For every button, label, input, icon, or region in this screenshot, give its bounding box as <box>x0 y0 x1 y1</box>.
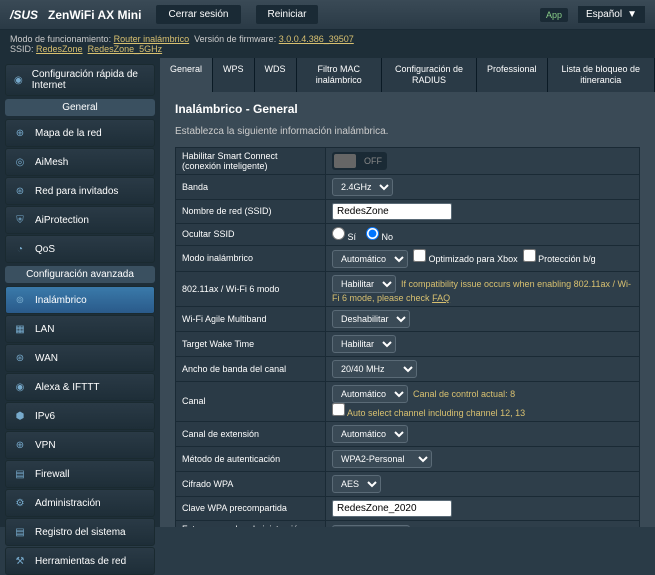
sidebar-item-aiprotection[interactable]: ⛨AiProtection <box>5 206 155 234</box>
tab-general[interactable]: General <box>160 58 213 92</box>
ext-channel-select[interactable]: Automático <box>332 425 408 443</box>
hide-ssid-yes[interactable] <box>332 227 345 240</box>
sidebar-item-guest[interactable]: ⊛Red para invitados <box>5 177 155 205</box>
tab-wps[interactable]: WPS <box>213 58 255 92</box>
page-subtitle: Establezca la siguiente información inal… <box>175 126 640 137</box>
auth-select[interactable]: WPA2-Personal <box>332 450 432 468</box>
sidebar-item-alexa[interactable]: ◉Alexa & IFTTT <box>5 373 155 401</box>
map-icon: ⊕ <box>11 124 29 142</box>
xbox-checkbox[interactable] <box>413 249 426 262</box>
wifi6-select[interactable]: Habilitar <box>332 275 396 293</box>
sidebar-item-wireless[interactable]: ⊚Inalámbrico <box>5 286 155 314</box>
sidebar-section-advanced: Configuración avanzada <box>5 266 155 283</box>
sidebar-item-firewall[interactable]: ▤Firewall <box>5 460 155 488</box>
top-header: /SUS ZenWiFi AX Mini Cerrar sesión Reini… <box>0 0 655 30</box>
sidebar-quick-config[interactable]: ◉ Configuración rápida de Internet <box>5 64 155 96</box>
sidebar-item-vpn[interactable]: ⊕VPN <box>5 431 155 459</box>
wireless-mode-select[interactable]: Automático <box>332 250 408 268</box>
main-content: General WPS WDS Filtro MAC inalámbrico C… <box>160 58 655 527</box>
page-title: Inalámbrico - General <box>175 102 640 116</box>
tab-professional[interactable]: Professional <box>477 58 548 92</box>
smart-connect-toggle[interactable]: OFF <box>332 152 387 170</box>
mode-link[interactable]: Router inalámbrico <box>114 34 190 44</box>
ssid-link-1[interactable]: RedesZone <box>36 44 83 54</box>
sidebar-item-lan[interactable]: ▦LAN <box>5 315 155 343</box>
tab-mac-filter[interactable]: Filtro MAC inalámbrico <box>297 58 382 92</box>
mesh-icon: ◎ <box>11 153 29 171</box>
settings-table: Habilitar Smart Connect (conexión inteli… <box>175 147 640 527</box>
wan-icon: ⊛ <box>11 349 29 367</box>
firmware-link[interactable]: 3.0.0.4.386_39507 <box>279 34 354 44</box>
app-badge[interactable]: App <box>540 8 568 22</box>
ipv6-icon: ⬢ <box>11 407 29 425</box>
bg-protection-checkbox[interactable] <box>523 249 536 262</box>
wifi-icon: ⊚ <box>11 291 29 309</box>
sidebar-item-qos[interactable]: ◔QoS <box>5 235 155 263</box>
pmf-select[interactable]: Deshabilitar <box>332 525 410 527</box>
hide-ssid-no[interactable] <box>366 227 379 240</box>
sidebar-item-network-map[interactable]: ⊕Mapa de la red <box>5 119 155 147</box>
bandwidth-select[interactable]: 20/40 MHz <box>332 360 417 378</box>
ssid-link-2[interactable]: RedesZone_5GHz <box>88 44 163 54</box>
ssid-input[interactable] <box>332 203 452 220</box>
logout-button[interactable]: Cerrar sesión <box>156 5 240 24</box>
sidebar-item-log[interactable]: ▤Registro del sistema <box>5 518 155 546</box>
guest-icon: ⊛ <box>11 182 29 200</box>
product-name: ZenWiFi AX Mini <box>48 8 141 22</box>
lan-icon: ▦ <box>11 320 29 338</box>
sidebar: ◉ Configuración rápida de Internet Gener… <box>0 58 160 527</box>
info-bar: Modo de funcionamiento: Router inalámbri… <box>0 30 655 58</box>
brand-logo: /SUS <box>10 8 38 22</box>
language-dropdown[interactable]: Español ▼ <box>578 6 645 23</box>
sidebar-item-wan[interactable]: ⊛WAN <box>5 344 155 372</box>
gauge-icon: ◔ <box>11 240 29 258</box>
sidebar-item-aimesh[interactable]: ◎AiMesh <box>5 148 155 176</box>
sidebar-section-general: General <box>5 99 155 116</box>
sidebar-item-admin[interactable]: ⚙Administración <box>5 489 155 517</box>
admin-icon: ⚙ <box>11 494 29 512</box>
tab-radius[interactable]: Configuración de RADIUS <box>382 58 477 92</box>
shield-icon: ⛨ <box>11 211 29 229</box>
tools-icon: ⚒ <box>11 552 29 570</box>
globe-icon: ◉ <box>11 71 26 89</box>
log-icon: ▤ <box>11 523 29 541</box>
wpa-enc-select[interactable]: AES <box>332 475 381 493</box>
tab-wds[interactable]: WDS <box>255 58 297 92</box>
channel-select[interactable]: Automático <box>332 385 408 403</box>
chevron-down-icon: ▼ <box>627 9 637 20</box>
vpn-icon: ⊕ <box>11 436 29 454</box>
agile-select[interactable]: Deshabilitar <box>332 310 410 328</box>
firewall-icon: ▤ <box>11 465 29 483</box>
sub-tabs: General WPS WDS Filtro MAC inalámbrico C… <box>160 58 655 92</box>
reboot-button[interactable]: Reiniciar <box>256 5 319 24</box>
sidebar-item-ipv6[interactable]: ⬢IPv6 <box>5 402 155 430</box>
twt-select[interactable]: Habilitar <box>332 335 396 353</box>
faq-link[interactable]: FAQ <box>432 293 450 303</box>
sidebar-item-tools[interactable]: ⚒Herramientas de red <box>5 547 155 575</box>
auto-channel-checkbox[interactable] <box>332 403 345 416</box>
tab-roaming-block[interactable]: Lista de bloqueo de itinerancia <box>548 58 655 92</box>
alexa-icon: ◉ <box>11 378 29 396</box>
band-select[interactable]: 2.4GHz <box>332 178 393 196</box>
wpa-key-input[interactable] <box>332 500 452 517</box>
